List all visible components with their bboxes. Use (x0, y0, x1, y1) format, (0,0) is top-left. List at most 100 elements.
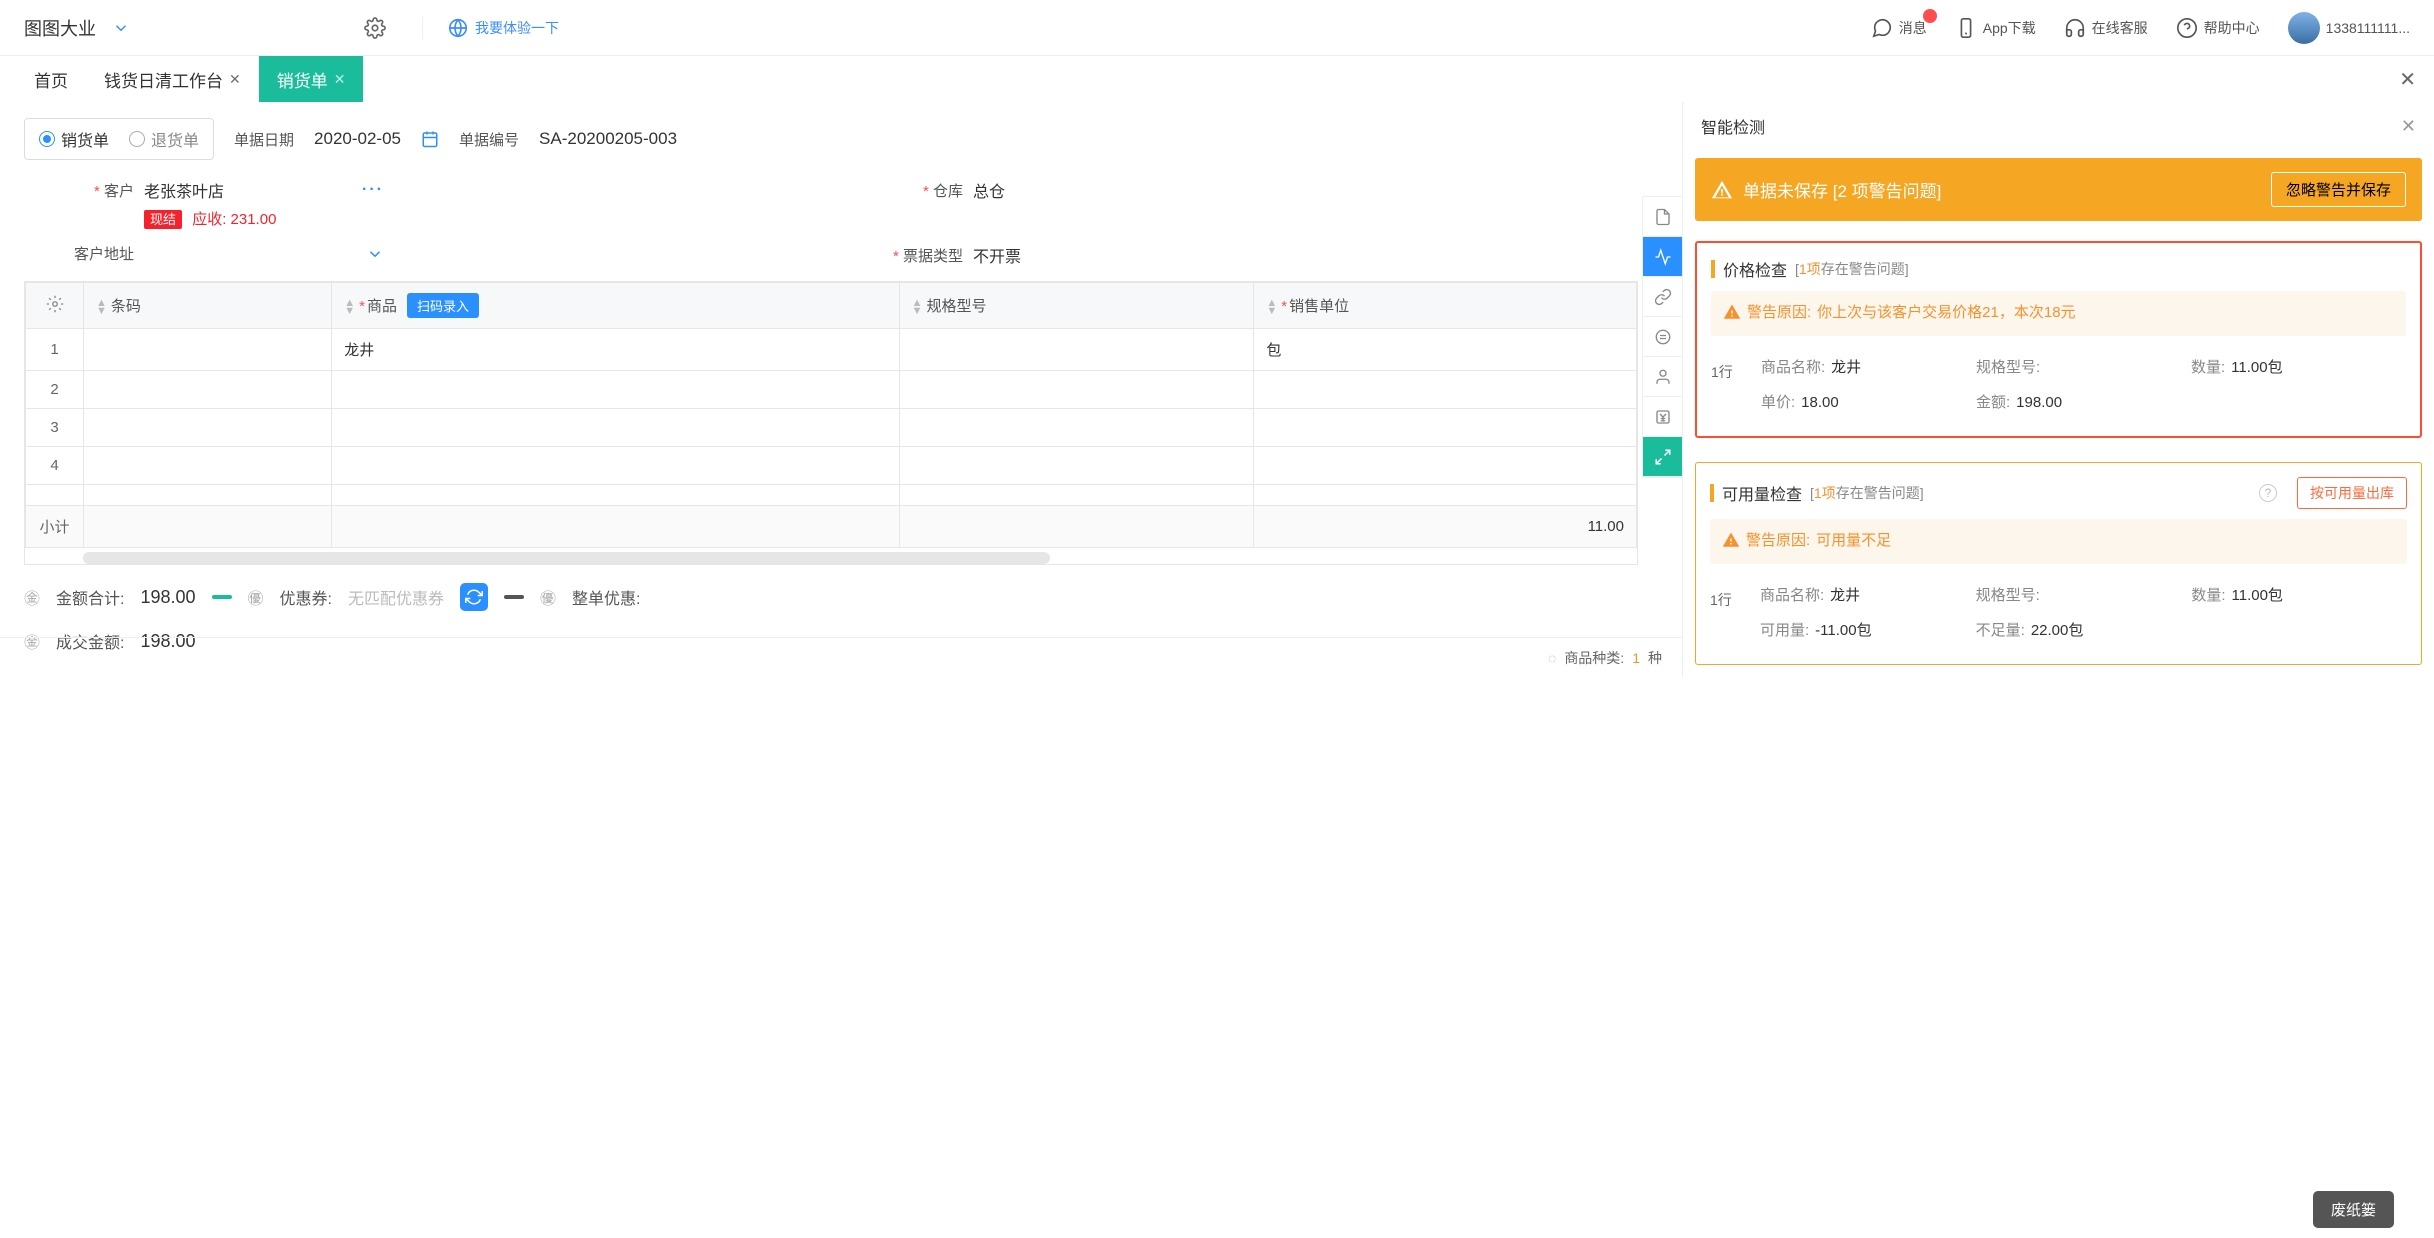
col-settings[interactable] (26, 283, 84, 329)
calendar-icon[interactable] (421, 130, 439, 148)
receivable-info: 现结 应收: 231.00 (144, 208, 853, 229)
tool-expand-icon[interactable] (1643, 437, 1682, 477)
doc-type-radio-group: 销货单 退货单 (24, 118, 214, 160)
close-icon[interactable]: ✕ (2401, 116, 2416, 137)
ignore-save-button[interactable]: 忽略警告并保存 (2271, 172, 2406, 207)
warn-reason-label: 警告原因: (1747, 301, 1811, 322)
tool-yen-icon[interactable] (1643, 397, 1682, 437)
gear-icon[interactable] (364, 17, 386, 39)
invoice-type-input[interactable]: 不开票 (973, 243, 1213, 267)
smart-check-panel: 智能检测 ✕ 单据未保存 [2 项警告问题] 忽略警告并保存 价格检查 [1项存… (1682, 102, 2434, 677)
app-download-label: App下载 (1983, 18, 2036, 38)
help-icon[interactable]: ? (2259, 484, 2277, 502)
tab-sales-label: 销货单 (277, 67, 328, 92)
doc-no-label: 单据编号 (459, 129, 519, 150)
tool-link-icon[interactable] (1643, 277, 1682, 317)
warning-detail: 1行 商品名称:龙井 规格型号: 数量:11.00包 单价:18.00 金额:1… (1711, 346, 2406, 422)
horizontal-scrollbar[interactable] (83, 552, 1050, 564)
radio-sales[interactable]: 销货单 (39, 127, 109, 151)
coupon-icon: ㊝ (248, 585, 264, 609)
dash-divider-icon (504, 595, 524, 599)
kinds-value: 1 (1632, 650, 1640, 666)
tab-sales[interactable]: 销货单 ✕ (259, 56, 364, 102)
discount-icon: ㊝ (540, 585, 556, 609)
warning-box: 警告原因: 你上次与该客户交易价格21，本次18元 (1711, 291, 2406, 336)
bottom-info-bar: ◌ 商品种类: 1 种 (0, 637, 1682, 677)
tabbar: 首页 钱货日清工作台✕ 销货单 ✕ ✕ (0, 56, 2434, 102)
doc-date-value[interactable]: 2020-02-05 (314, 129, 401, 149)
help-center-link[interactable]: 帮助中心 (2176, 17, 2260, 39)
company-selector[interactable]: 图图大业 (24, 15, 130, 41)
panel-title: 智能检测 (1701, 114, 1765, 138)
coupon-placeholder[interactable]: 无匹配优惠券 (348, 585, 444, 609)
left-pane: 销货单 退货单 单据日期 2020-02-05 单据编号 SA-20200205… (0, 102, 1682, 677)
try-link-text: 我要体验一下 (475, 18, 559, 38)
currency-icon: ㊎ (24, 585, 40, 609)
warn-reason-label: 警告原因: (1746, 529, 1810, 550)
refresh-button[interactable] (460, 583, 488, 611)
panel-header: 智能检测 ✕ (1683, 102, 2434, 150)
online-service-label: 在线客服 (2092, 18, 2148, 38)
col-spec[interactable]: ▲▼规格型号 (899, 283, 1254, 329)
customer-addr-input[interactable] (144, 245, 384, 263)
warehouse-input[interactable]: 总仓 (973, 178, 1213, 202)
tab-daily[interactable]: 钱货日清工作台✕ (86, 56, 259, 102)
warning-box: 警告原因: 可用量不足 (1710, 519, 2407, 564)
items-table: ▲▼条码 ▲▼*商品扫码录入 ▲▼规格型号 ▲▼*销售单位 1龙井包 2 3 4… (24, 281, 1638, 565)
notification-dot-icon (1923, 9, 1937, 23)
user-menu[interactable]: 1338111111... (2288, 12, 2410, 44)
col-barcode[interactable]: ▲▼条码 (84, 283, 332, 329)
warehouse-label: 仓库 (853, 180, 963, 201)
more-icon[interactable]: ··· (362, 181, 384, 199)
doc-header-row: 销货单 退货单 单据日期 2020-02-05 单据编号 SA-20200205… (24, 118, 1682, 160)
warn-reason-text: 可用量不足 (1816, 529, 1891, 550)
tool-swap-icon[interactable] (1643, 317, 1682, 357)
tab-home[interactable]: 首页 (16, 56, 86, 102)
tool-doc-icon[interactable] (1643, 197, 1682, 237)
scan-input-button[interactable]: 扫码录入 (407, 293, 479, 318)
company-name: 图图大业 (24, 15, 96, 41)
app-download-link[interactable]: App下载 (1955, 17, 2036, 39)
tab-home-label: 首页 (34, 67, 68, 92)
warning-banner-text: 单据未保存 [2 项警告问题] (1743, 177, 1941, 202)
table-row[interactable] (26, 485, 1637, 506)
tool-chart-icon[interactable] (1643, 237, 1682, 277)
kinds-suffix: 种 (1648, 648, 1662, 668)
close-icon[interactable]: ✕ (229, 71, 241, 88)
col-product[interactable]: ▲▼*商品扫码录入 (332, 283, 899, 329)
whole-discount-label: 整单优惠: (572, 585, 640, 609)
row-number: 1行 (1711, 356, 1761, 412)
try-experience-link[interactable]: 我要体验一下 (422, 17, 559, 39)
info-icon: ◌ (1548, 650, 1556, 666)
amount-total-label: 金额合计: (56, 585, 124, 609)
online-service-link[interactable]: 在线客服 (2064, 17, 2148, 39)
customer-input[interactable]: 老张茶叶店 ··· (144, 178, 384, 202)
section-bar-icon (1710, 484, 1714, 502)
customer-addr-label: 客户地址 (24, 243, 134, 264)
col-unit[interactable]: ▲▼*销售单位 (1254, 283, 1637, 329)
customer-value: 老张茶叶店 (144, 178, 224, 202)
price-check-title: 价格检查 (1723, 257, 1787, 281)
coupon-label: 优惠券: (280, 585, 332, 609)
tool-person-icon[interactable] (1643, 357, 1682, 397)
row-number: 1行 (1710, 584, 1760, 640)
ship-by-available-button[interactable]: 按可用量出库 (2297, 477, 2407, 509)
main: 销货单 退货单 单据日期 2020-02-05 单据编号 SA-20200205… (0, 102, 2434, 677)
table-row[interactable]: 3 (26, 409, 1637, 447)
table-row[interactable]: 2 (26, 371, 1637, 409)
avatar (2288, 12, 2320, 44)
table-row[interactable]: 4 (26, 447, 1637, 485)
warning-banner: 单据未保存 [2 项警告问题] 忽略警告并保存 (1695, 158, 2422, 221)
radio-unchecked-icon (129, 131, 145, 147)
warning-detail: 1行 商品名称:龙井 规格型号: 数量:11.00包 可用量:-11.00包 不… (1710, 574, 2407, 650)
close-icon[interactable]: ✕ (334, 71, 346, 88)
invoice-type-label: 票据类型 (853, 245, 963, 266)
radio-return[interactable]: 退货单 (129, 127, 199, 151)
price-check-section: 价格检查 [1项存在警告问题] 警告原因: 你上次与该客户交易价格21，本次18… (1695, 241, 2422, 438)
close-panel-button[interactable]: ✕ (2381, 56, 2434, 102)
messages-label: 消息 (1899, 18, 1927, 38)
trash-button[interactable]: 废纸篓 (2313, 1191, 2394, 1228)
receivable-label: 应收: (192, 211, 226, 228)
messages-link[interactable]: 消息 (1871, 17, 1927, 39)
table-row[interactable]: 1龙井包 (26, 329, 1637, 371)
